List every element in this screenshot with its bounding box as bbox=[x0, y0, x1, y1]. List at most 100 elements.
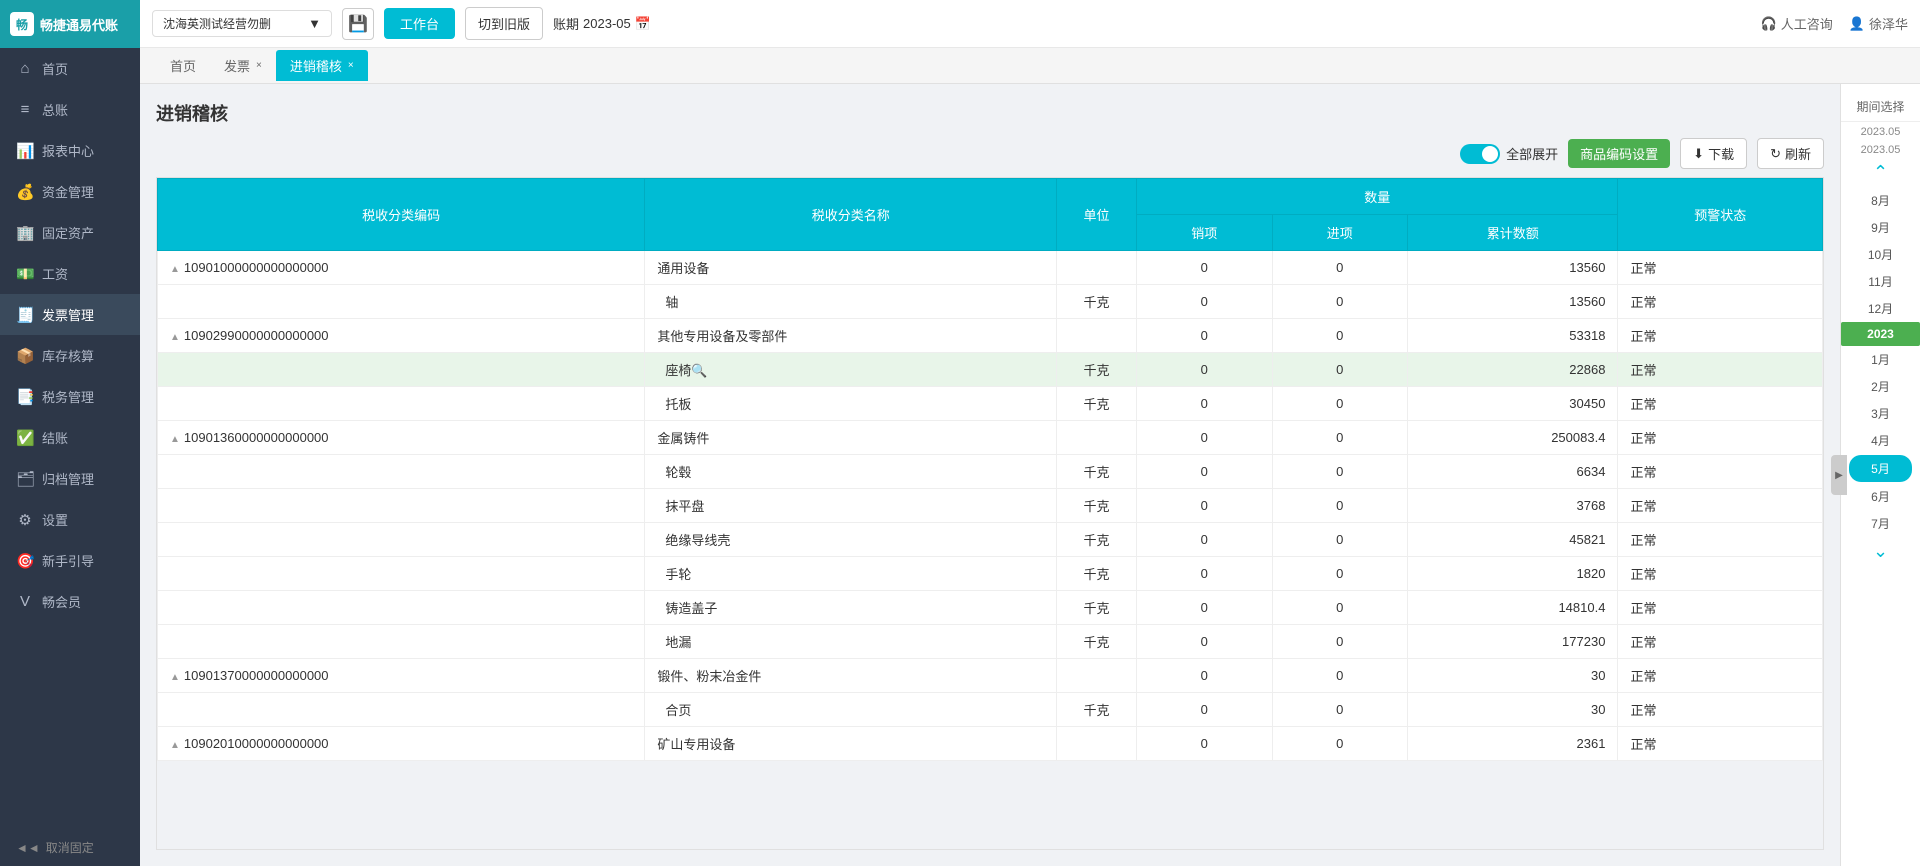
expand-icon[interactable]: ▲ bbox=[170, 264, 180, 275]
month-item[interactable]: 2月 bbox=[1841, 373, 1920, 400]
row-name: 通用设备 bbox=[645, 251, 1057, 285]
expand-icon[interactable]: ▲ bbox=[170, 740, 180, 751]
month-item[interactable]: 9月 bbox=[1841, 214, 1920, 241]
sidebar-item-inventory[interactable]: 📦 库存核算 bbox=[0, 335, 140, 376]
sidebar-item-guide[interactable]: 🎯 新手引导 bbox=[0, 540, 140, 581]
sidebar-item-checkout[interactable]: ✅ 结账 bbox=[0, 417, 140, 458]
save-button[interactable]: 💾 bbox=[342, 8, 374, 40]
cancel-fixed-icon: ◄◄ bbox=[16, 841, 40, 855]
download-btn[interactable]: ⬇ 下载 bbox=[1680, 138, 1747, 169]
tab-invoice[interactable]: 发票 × bbox=[210, 50, 276, 81]
sidebar-item-label: 工资 bbox=[42, 264, 68, 283]
scroll-down-btn[interactable]: ⌄ bbox=[1869, 537, 1892, 566]
row-status: 正常 bbox=[1618, 625, 1823, 659]
table-row[interactable]: ▲10901360000000000000 金属铸件 0 0 250083.4 … bbox=[158, 421, 1823, 455]
table-row[interactable]: 铸造盖子 千克 0 0 14810.4 正常 bbox=[158, 591, 1823, 625]
row-purchase: 0 bbox=[1272, 387, 1407, 421]
month-item[interactable]: 7月 bbox=[1841, 510, 1920, 537]
page-content: 进销稽核 全部展开 商品编码设置 ⬇ 下载 ↻ 刷新 bbox=[140, 84, 1840, 866]
month-item[interactable]: 8月 bbox=[1841, 187, 1920, 214]
row-code: ▲10902010000000000000 bbox=[158, 727, 645, 761]
sidebar-item-home[interactable]: ⌂ 首页 bbox=[0, 48, 140, 89]
table-row[interactable]: ▲10902010000000000000 矿山专用设备 0 0 2361 正常 bbox=[158, 727, 1823, 761]
row-sale: 0 bbox=[1137, 353, 1272, 387]
row-purchase: 0 bbox=[1272, 421, 1407, 455]
scroll-up-btn[interactable]: ⌃ bbox=[1869, 158, 1892, 187]
tab-reconcile-close[interactable]: × bbox=[348, 60, 354, 71]
sidebar-item-settings[interactable]: ⚙ 设置 bbox=[0, 499, 140, 540]
sidebar-item-vip[interactable]: V 畅会员 bbox=[0, 581, 140, 622]
calendar-icon[interactable]: 📅 bbox=[635, 16, 651, 32]
content-area: 进销稽核 全部展开 商品编码设置 ⬇ 下载 ↻ 刷新 bbox=[140, 84, 1920, 866]
tab-reconcile[interactable]: 进销稽核 × bbox=[276, 50, 368, 81]
month-item[interactable]: 11月 bbox=[1841, 268, 1920, 295]
table-row[interactable]: ▲10901000000000000000 通用设备 0 0 13560 正常 bbox=[158, 251, 1823, 285]
row-sale: 0 bbox=[1137, 693, 1272, 727]
main-table: 税收分类编码 税收分类名称 单位 数量 预警状态 销项 进项 累计数额 bbox=[157, 178, 1823, 761]
expand-icon[interactable]: ▲ bbox=[170, 332, 180, 343]
row-status: 正常 bbox=[1618, 251, 1823, 285]
row-name: 金属铸件 bbox=[645, 421, 1057, 455]
sidebar-item-archive[interactable]: 🗂 归档管理 bbox=[0, 458, 140, 499]
table-row[interactable]: 合页 千克 0 0 30 正常 bbox=[158, 693, 1823, 727]
table-row[interactable]: 抹平盘 千克 0 0 3768 正常 bbox=[158, 489, 1823, 523]
row-purchase: 0 bbox=[1272, 319, 1407, 353]
row-unit bbox=[1057, 659, 1137, 693]
month-item[interactable]: 6月 bbox=[1841, 483, 1920, 510]
table-row[interactable]: 手轮 千克 0 0 1820 正常 bbox=[158, 557, 1823, 591]
month-item[interactable]: 2023 bbox=[1841, 322, 1920, 346]
sidebar-item-label: 固定资产 bbox=[42, 223, 94, 242]
refresh-btn[interactable]: ↻ 刷新 bbox=[1757, 138, 1824, 169]
expand-icon[interactable]: ▲ bbox=[170, 672, 180, 683]
table-row[interactable]: 托板 千克 0 0 30450 正常 bbox=[158, 387, 1823, 421]
row-code bbox=[158, 557, 645, 591]
row-unit: 千克 bbox=[1057, 387, 1137, 421]
cancel-fixed-btn[interactable]: ◄◄ 取消固定 bbox=[0, 829, 140, 866]
sidebar-item-tax[interactable]: 📑 税务管理 bbox=[0, 376, 140, 417]
month-item[interactable]: 4月 bbox=[1841, 427, 1920, 454]
user-name: 徐泽华 bbox=[1869, 14, 1908, 33]
search-icon[interactable]: 🔍 bbox=[691, 363, 707, 378]
expand-icon[interactable]: ▲ bbox=[170, 434, 180, 445]
row-total: 6634 bbox=[1408, 455, 1618, 489]
sidebar-item-funds[interactable]: 💰 资金管理 bbox=[0, 171, 140, 212]
period-title: 期间选择 bbox=[1841, 92, 1920, 122]
table-row[interactable]: ▲10901370000000000000 锻件、粉末冶金件 0 0 30 正常 bbox=[158, 659, 1823, 693]
sidebar-item-ledger[interactable]: ≡ 总账 bbox=[0, 89, 140, 130]
sidebar-item-invoice[interactable]: 🧾 发票管理 bbox=[0, 294, 140, 335]
table-row[interactable]: 地漏 千克 0 0 177230 正常 bbox=[158, 625, 1823, 659]
tab-home-label: 首页 bbox=[170, 56, 196, 75]
panel-collapse-btn[interactable]: ▶ bbox=[1831, 455, 1847, 495]
table-row[interactable]: ▲10902990000000000000 其他专用设备及零部件 0 0 533… bbox=[158, 319, 1823, 353]
user-menu[interactable]: 👤 徐泽华 bbox=[1849, 14, 1908, 33]
row-unit: 千克 bbox=[1057, 353, 1137, 387]
table-row[interactable]: 轮毂 千克 0 0 6634 正常 bbox=[158, 455, 1823, 489]
tab-home[interactable]: 首页 bbox=[156, 50, 210, 81]
refresh-label: 刷新 bbox=[1785, 144, 1811, 163]
table-row[interactable]: 座椅🔍 千克 0 0 22868 正常 bbox=[158, 353, 1823, 387]
month-item[interactable]: 5月 bbox=[1849, 455, 1912, 482]
sidebar-item-salary[interactable]: 💵 工资 bbox=[0, 253, 140, 294]
sidebar-item-reports[interactable]: 📊 报表中心 bbox=[0, 130, 140, 171]
expand-all-toggle[interactable]: 全部展开 bbox=[1460, 144, 1558, 164]
table-row[interactable]: 绝缘导线壳 千克 0 0 45821 正常 bbox=[158, 523, 1823, 557]
sidebar-item-assets[interactable]: 🏢 固定资产 bbox=[0, 212, 140, 253]
month-item[interactable]: 1月 bbox=[1841, 346, 1920, 373]
inventory-icon: 📦 bbox=[16, 347, 34, 365]
old-version-button[interactable]: 切到旧版 bbox=[465, 7, 543, 40]
workbench-button[interactable]: 工作台 bbox=[384, 8, 455, 39]
row-purchase: 0 bbox=[1272, 489, 1407, 523]
tab-invoice-close[interactable]: × bbox=[256, 60, 262, 71]
company-selector[interactable]: 沈海英测试经营勿删 ▼ bbox=[152, 10, 332, 37]
table-row[interactable]: 轴 千克 0 0 13560 正常 bbox=[158, 285, 1823, 319]
month-item[interactable]: 3月 bbox=[1841, 400, 1920, 427]
row-name: 抹平盘 bbox=[645, 489, 1057, 523]
service-btn[interactable]: 🎧 人工咨询 bbox=[1761, 14, 1833, 33]
month-item[interactable]: 10月 bbox=[1841, 241, 1920, 268]
row-total: 13560 bbox=[1408, 251, 1618, 285]
row-name: 轮毂 bbox=[645, 455, 1057, 489]
toggle-switch[interactable] bbox=[1460, 144, 1500, 164]
app-logo: 畅 畅捷通易代账 bbox=[0, 0, 140, 48]
product-code-btn[interactable]: 商品编码设置 bbox=[1568, 139, 1670, 168]
month-item[interactable]: 12月 bbox=[1841, 295, 1920, 322]
